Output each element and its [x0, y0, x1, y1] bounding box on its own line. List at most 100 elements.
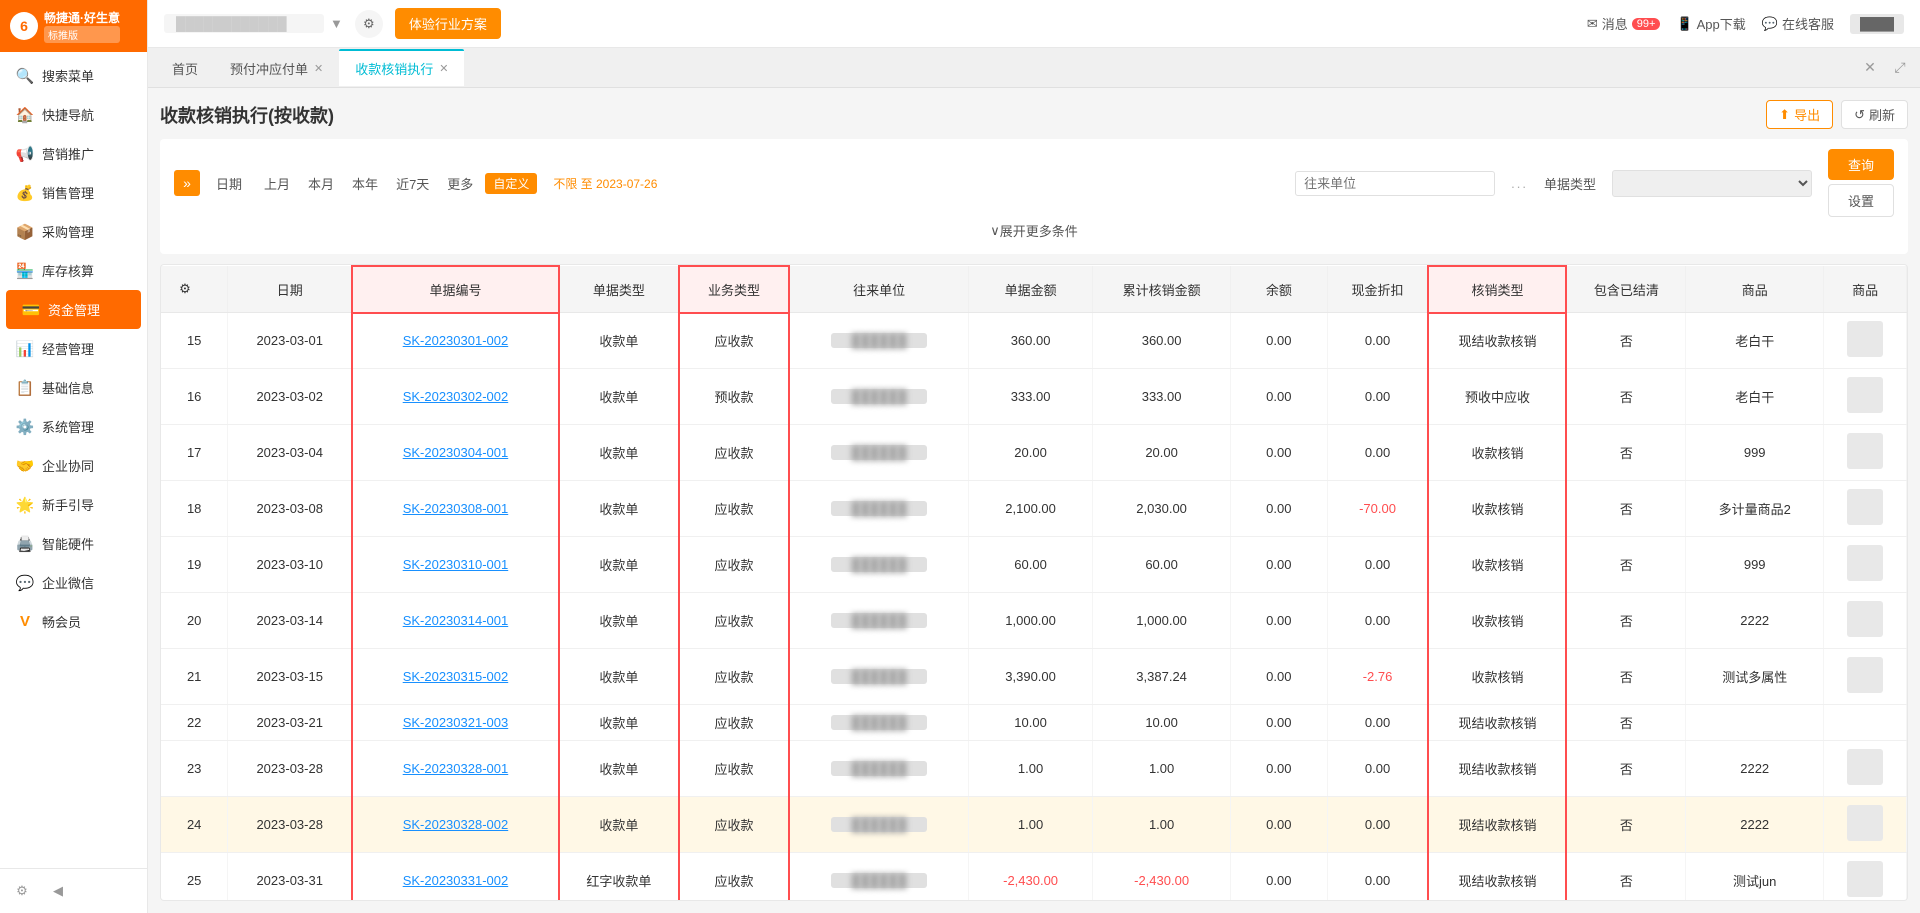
cell-thumb — [1824, 537, 1907, 593]
code-link[interactable]: SK-20230314-001 — [403, 613, 509, 628]
cell-acc-amount: 20.00 — [1093, 425, 1231, 481]
filter-settings-button[interactable]: 设置 — [1828, 184, 1894, 217]
cell-num: 25 — [161, 853, 228, 902]
cell-thumb — [1824, 313, 1907, 369]
cell-discount: 0.00 — [1327, 369, 1428, 425]
sidebar-item-inventory[interactable]: 🏪 库存核算 — [0, 251, 147, 290]
col-header-amount: 单据金额 — [969, 266, 1093, 313]
export-button[interactable]: ⬆ 导出 — [1766, 100, 1833, 129]
tab-home[interactable]: 首页 — [156, 49, 214, 86]
sidebar-item-operation[interactable]: 📊 经营管理 — [0, 329, 147, 368]
tabbar-expand-button[interactable]: ⤢ — [1888, 56, 1912, 80]
sidebar-item-guide[interactable]: 🌟 新手引导 — [0, 485, 147, 524]
table-row: 16 2023-03-02 SK-20230302-002 收款单 预收款 ██… — [161, 369, 1907, 425]
cell-voucher-type: 收款单 — [559, 741, 679, 797]
cell-acc-amount: -2,430.00 — [1093, 853, 1231, 902]
sidebar-item-label: 搜索菜单 — [42, 66, 94, 85]
code-link[interactable]: SK-20230308-001 — [403, 501, 509, 516]
tabbar-close-button[interactable]: ✕ — [1858, 56, 1882, 80]
cell-partner: ██████ — [789, 593, 968, 649]
sidebar-item-corp[interactable]: 🤝 企业协同 — [0, 446, 147, 485]
filter-date-this-year[interactable]: 本年 — [346, 172, 384, 195]
topbar-messages[interactable]: ✉ 消息 99+ — [1587, 14, 1661, 33]
code-link[interactable]: SK-20230301-002 — [403, 333, 509, 348]
cell-voucher-type: 收款单 — [559, 797, 679, 853]
code-link[interactable]: SK-20230331-002 — [403, 873, 509, 888]
col-header-biz-type: 业务类型 — [679, 266, 789, 313]
code-link[interactable]: SK-20230315-002 — [403, 669, 509, 684]
sidebar-item-system[interactable]: ⚙️ 系统管理 — [0, 407, 147, 446]
page-title: 收款核销执行(按收款) — [160, 102, 334, 128]
cell-discount: 0.00 — [1327, 853, 1428, 902]
hardware-icon: 🖨️ — [16, 535, 34, 553]
topbar-app-download[interactable]: 📱 App下载 — [1676, 14, 1745, 33]
cell-num: 15 — [161, 313, 228, 369]
main-area: ████████████ ▼ ⚙ 体验行业方案 ✉ 消息 99+ 📱 App下载… — [148, 0, 1920, 913]
filter-date-custom[interactable]: 自定义 — [485, 173, 537, 194]
cell-acc-amount: 1.00 — [1093, 741, 1231, 797]
tab-verify-label: 收款核销执行 — [355, 59, 433, 78]
sidebar-item-marketing[interactable]: 📢 营销推广 — [0, 134, 147, 173]
tab-prepay-close[interactable]: ✕ — [314, 62, 323, 75]
table-wrapper: ⚙ 日期 单据编号 单据类型 业务类型 往来单位 单据金额 累计核销金额 余额 … — [160, 264, 1908, 901]
sidebar-item-purchase[interactable]: 📦 采购管理 — [0, 212, 147, 251]
sidebar-item-wechat[interactable]: 💬 企业微信 — [0, 563, 147, 602]
corp-icon: 🤝 — [16, 457, 34, 475]
topbar-service[interactable]: 💬 在线客服 — [1762, 14, 1834, 33]
tab-verify[interactable]: 收款核销执行 ✕ — [339, 49, 464, 86]
cell-acc-amount: 10.00 — [1093, 705, 1231, 741]
cell-discount: 0.00 — [1327, 425, 1428, 481]
code-link[interactable]: SK-20230328-002 — [403, 817, 509, 832]
filter-date-last-month[interactable]: 上月 — [258, 172, 296, 195]
filter-date-more[interactable]: 更多 — [441, 172, 479, 195]
filter-toggle-button[interactable]: » — [174, 170, 200, 196]
cell-biz-type: 应收款 — [679, 537, 789, 593]
tab-prepay[interactable]: 预付冲应付单 ✕ — [214, 49, 339, 86]
filter-date-this-month[interactable]: 本月 — [302, 172, 340, 195]
sidebar-item-label: 销售管理 — [42, 183, 94, 202]
cell-goods: 2222 — [1686, 797, 1824, 853]
sidebar-item-basic[interactable]: 📋 基础信息 — [0, 368, 147, 407]
col-settings-icon[interactable]: ⚙ — [171, 275, 199, 303]
topbar-dropdown-icon[interactable]: ▼ — [330, 16, 343, 31]
code-link[interactable]: SK-20230302-002 — [403, 389, 509, 404]
cell-verify-type: 收款核销 — [1428, 649, 1566, 705]
tab-verify-close[interactable]: ✕ — [439, 62, 448, 75]
filter-date-7days[interactable]: 近7天 — [390, 172, 435, 195]
query-button[interactable]: 查询 — [1828, 149, 1894, 180]
sidebar-item-finance[interactable]: 💳 资金管理 — [6, 290, 141, 329]
cell-code: SK-20230331-002 — [352, 853, 559, 902]
cell-settled: 否 — [1566, 705, 1685, 741]
sidebar-item-hardware[interactable]: 🖨️ 智能硬件 — [0, 524, 147, 563]
filter-voucher-type-select[interactable] — [1612, 170, 1812, 197]
topbar-gear-button[interactable]: ⚙ — [355, 10, 383, 38]
page-header: 收款核销执行(按收款) ⬆ 导出 ↺ 刷新 — [160, 100, 1908, 129]
sidebar-item-member[interactable]: V 畅会员 — [0, 602, 147, 641]
sidebar-collapse-button[interactable]: ◀ — [44, 877, 72, 905]
code-link[interactable]: SK-20230328-001 — [403, 761, 509, 776]
cell-partner: ██████ — [789, 649, 968, 705]
cell-thumb — [1824, 481, 1907, 537]
cell-partner: ██████ — [789, 537, 968, 593]
filter-date-label: 日期 — [216, 174, 242, 193]
code-link[interactable]: SK-20230304-001 — [403, 445, 509, 460]
filter-partner-input[interactable] — [1295, 171, 1495, 196]
expand-more-button[interactable]: ∨ 展开更多条件 — [174, 217, 1894, 244]
sidebar-item-quicknav[interactable]: 🏠 快捷导航 — [0, 95, 147, 134]
cell-code: SK-20230328-002 — [352, 797, 559, 853]
refresh-button[interactable]: ↺ 刷新 — [1841, 100, 1908, 129]
cell-biz-type: 应收款 — [679, 705, 789, 741]
sidebar-item-label: 营销推广 — [42, 144, 94, 163]
col-header-settings[interactable]: ⚙ — [161, 266, 228, 313]
sidebar-item-search[interactable]: 🔍 搜索菜单 — [0, 56, 147, 95]
cell-acc-amount: 1.00 — [1093, 797, 1231, 853]
cell-amount: 360.00 — [969, 313, 1093, 369]
cell-acc-amount: 60.00 — [1093, 537, 1231, 593]
code-link[interactable]: SK-20230321-003 — [403, 715, 509, 730]
sidebar-item-sales[interactable]: 💰 销售管理 — [0, 173, 147, 212]
topbar-brand-text: ████████████ — [164, 14, 324, 33]
topbar-solution-button[interactable]: 体验行业方案 — [395, 8, 501, 39]
topbar-user[interactable]: ████ — [1850, 14, 1904, 34]
code-link[interactable]: SK-20230310-001 — [403, 557, 509, 572]
sidebar-settings-button[interactable]: ⚙ — [8, 877, 36, 905]
